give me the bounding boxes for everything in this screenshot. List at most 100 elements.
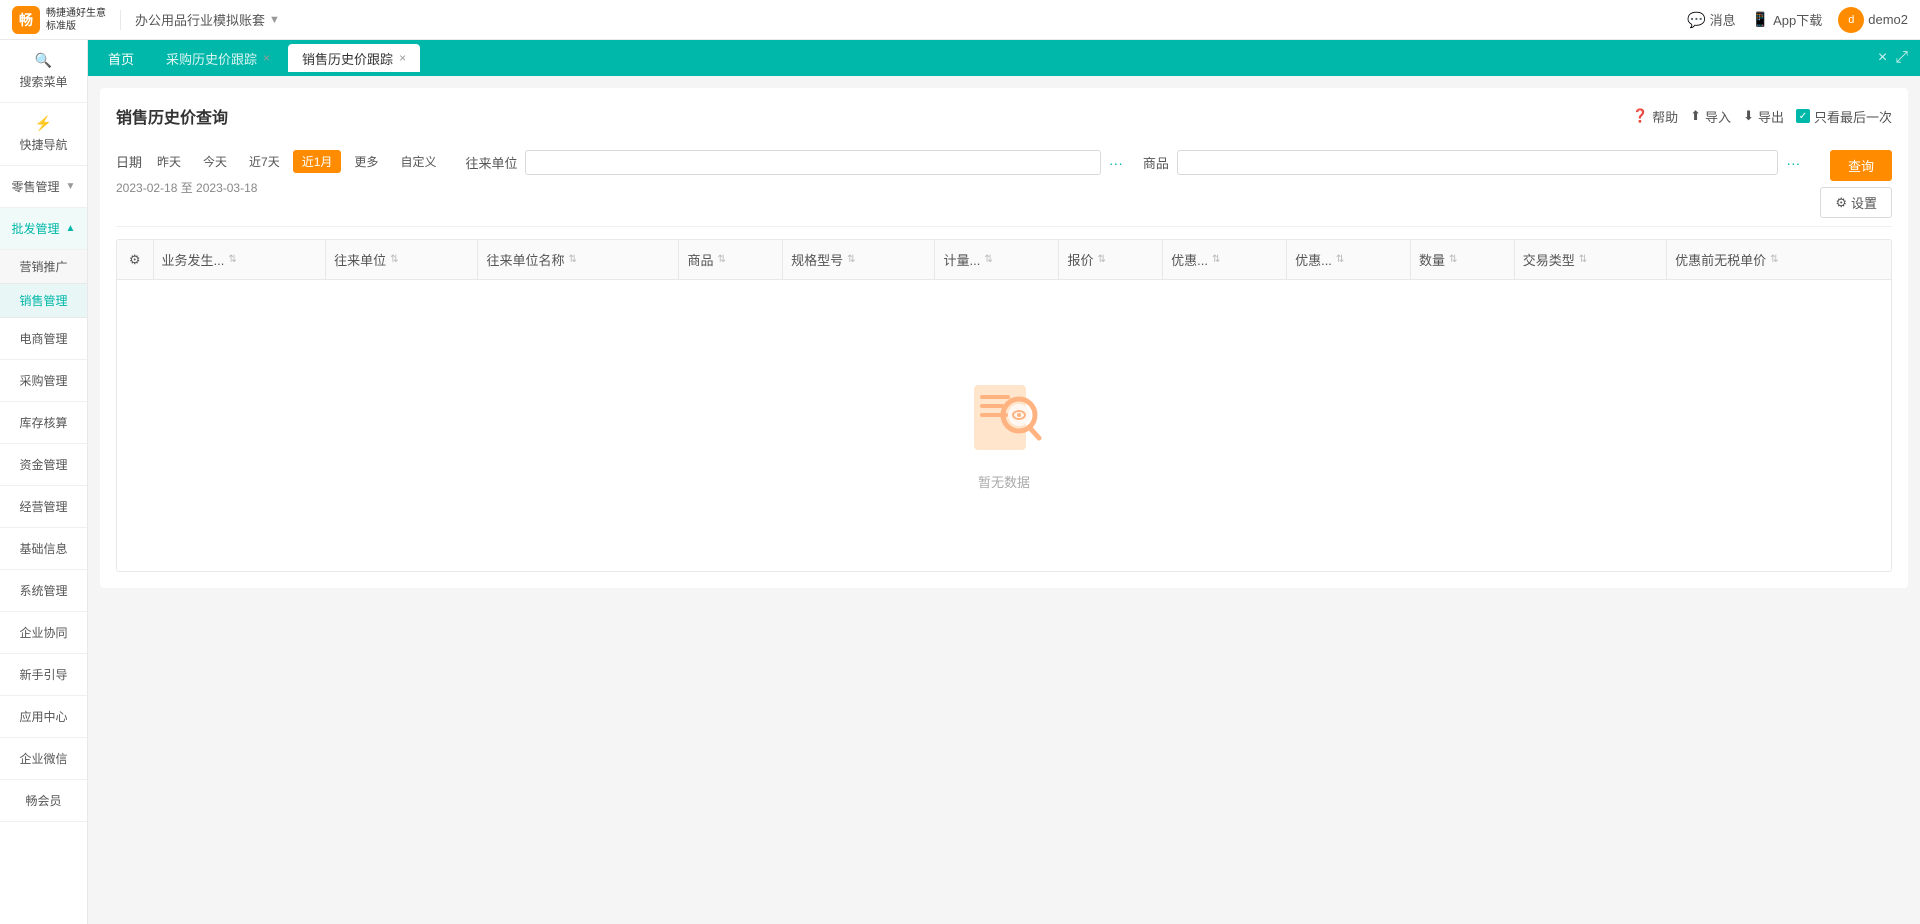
sidebar-item-quick-nav[interactable]: ⚡ 快捷导航 (0, 103, 87, 166)
sidebar-item-inventory[interactable]: 库存核算 (0, 402, 87, 444)
tab-close-all-icon[interactable]: × (1878, 49, 1887, 67)
counterpart-input[interactable] (525, 150, 1100, 175)
message-nav-item[interactable]: 💬 消息 (1687, 10, 1736, 29)
sidebar-label-guide: 新手引导 (19, 666, 67, 683)
sidebar-item-marketing[interactable]: 营销推广 (0, 250, 87, 284)
sidebar-label-system: 系统管理 (19, 582, 67, 599)
sidebar-item-capital[interactable]: 资金管理 (0, 444, 87, 486)
sidebar-item-ecommerce[interactable]: 电商管理 (0, 318, 87, 360)
app-download-nav-item[interactable]: 📱 App下载 (1752, 10, 1823, 29)
counterpart-col-label: 往来单位 (334, 250, 386, 269)
logo-area[interactable]: 畅 畅捷通好生意 标准版 (12, 6, 106, 34)
sort-goods-icon[interactable]: ⇅ (717, 254, 725, 265)
tab-purchase-close-icon[interactable]: × (263, 52, 270, 64)
sort-quote-icon[interactable]: ⇅ (1097, 254, 1105, 265)
date-btn-yesterday[interactable]: 昨天 (148, 150, 190, 173)
settings-button[interactable]: ⚙ 设置 (1820, 187, 1892, 218)
sidebar-item-enterprise[interactable]: 企业协同 (0, 612, 87, 654)
sidebar-item-members[interactable]: 畅会员 (0, 780, 87, 822)
counterpart-dots[interactable]: ··· (1109, 155, 1123, 171)
app-selector[interactable]: 办公用品行业模拟账套 ▼ (135, 10, 280, 29)
sort-trade-type-icon[interactable]: ⇅ (1579, 254, 1587, 265)
tab-sales-close-icon[interactable]: × (399, 52, 406, 64)
table-header-unit[interactable]: 计量... ⇅ (935, 240, 1059, 280)
table-header-gear[interactable]: ⚙ (117, 240, 153, 280)
table-header-counterpart[interactable]: 往来单位 ⇅ (326, 240, 478, 280)
table-header-counterpart-name[interactable]: 往来单位名称 ⇅ (478, 240, 679, 280)
import-action[interactable]: ⬆ 导入 (1690, 107, 1731, 126)
table-header-spec[interactable]: 规格型号 ⇅ (783, 240, 935, 280)
sidebar-label-members: 畅会员 (25, 792, 61, 809)
sidebar-item-basic-info[interactable]: 基础信息 (0, 528, 87, 570)
sidebar-item-wechat[interactable]: 企业微信 (0, 738, 87, 780)
sort-unit-icon[interactable]: ⇅ (984, 254, 992, 265)
table-header-discount1[interactable]: 优惠... ⇅ (1163, 240, 1287, 280)
counterpart-name-col-label: 往来单位名称 (486, 250, 564, 269)
sidebar-item-app-center[interactable]: 应用中心 (0, 696, 87, 738)
tab-home-label: 首页 (108, 49, 134, 68)
date-btn-more[interactable]: 更多 (345, 150, 387, 173)
empty-state-cell: 暂无数据 (117, 280, 1891, 572)
spec-col-label: 规格型号 (791, 250, 843, 269)
sort-discount1-icon[interactable]: ⇅ (1212, 254, 1220, 265)
table-body: 暂无数据 (117, 280, 1891, 572)
sort-pre-discount-price-icon[interactable]: ⇅ (1770, 254, 1778, 265)
sidebar-item-sales-mgmt[interactable]: 销售管理 (0, 284, 87, 318)
date-btn-today[interactable]: 今天 (194, 150, 236, 173)
data-table: ⚙ 业务发生... ⇅ 往来单 (117, 240, 1891, 571)
table-header-trade-type[interactable]: 交易类型 ⇅ (1514, 240, 1666, 280)
table-header-goods[interactable]: 商品 ⇅ (679, 240, 783, 280)
tab-sales[interactable]: 销售历史价跟踪 × (288, 44, 420, 72)
sidebar-item-guide[interactable]: 新手引导 (0, 654, 87, 696)
sidebar-item-wholesale[interactable]: 批发管理 ▲ (0, 208, 87, 250)
date-filter-row: 日期 昨天 今天 近7天 近1月 更多 自定义 (116, 150, 445, 173)
table-header-quantity[interactable]: 数量 ⇅ (1411, 240, 1515, 280)
date-btn-7days[interactable]: 近7天 (240, 150, 289, 173)
tab-home[interactable]: 首页 (94, 44, 148, 72)
date-range-text: 2023-02-18 至 2023-03-18 (116, 179, 445, 196)
sort-discount2-icon[interactable]: ⇅ (1336, 254, 1344, 265)
sidebar-item-system[interactable]: 系统管理 (0, 570, 87, 612)
help-action[interactable]: ❓ 帮助 (1632, 107, 1678, 126)
sort-counterpart-icon[interactable]: ⇅ (390, 254, 398, 265)
top-bar: 畅 畅捷通好生意 标准版 办公用品行业模拟账套 ▼ 💬 消息 📱 App下载 d… (0, 0, 1920, 40)
export-action[interactable]: ⬇ 导出 (1743, 107, 1784, 126)
sidebar-item-operations[interactable]: 经营管理 (0, 486, 87, 528)
tab-purchase[interactable]: 采购历史价跟踪 × (152, 44, 284, 72)
page-header-actions: ❓ 帮助 ⬆ 导入 ⬇ 导出 ✓ 只看最后一次 (1632, 107, 1892, 126)
sort-spec-icon[interactable]: ⇅ (847, 254, 855, 265)
query-button[interactable]: 查询 (1830, 150, 1892, 181)
sort-biz-date-icon[interactable]: ⇅ (228, 254, 236, 265)
date-btn-1month[interactable]: 近1月 (293, 150, 342, 173)
filter-area: 日期 昨天 今天 近7天 近1月 更多 自定义 2023-02-18 至 202… (116, 142, 1892, 227)
sidebar-item-purchase-mgmt[interactable]: 采购管理 (0, 360, 87, 402)
user-nav-item[interactable]: d demo2 (1838, 7, 1908, 33)
goods-dots[interactable]: ··· (1786, 155, 1800, 171)
logo-icon: 畅 (12, 6, 40, 34)
quick-nav-icon: ⚡ (35, 115, 52, 132)
table-header-biz-date[interactable]: 业务发生... ⇅ (153, 240, 326, 280)
only-last-label: 只看最后一次 (1814, 107, 1892, 126)
table-container: ⚙ 业务发生... ⇅ 往来单 (116, 239, 1892, 572)
table-header-quote[interactable]: 报价 ⇅ (1059, 240, 1163, 280)
sidebar-item-search[interactable]: 🔍 搜索菜单 (0, 40, 87, 103)
sidebar-label-app-center: 应用中心 (19, 708, 67, 725)
goods-input[interactable] (1177, 150, 1778, 175)
pre-discount-price-col-label: 优惠前无税单价 (1675, 250, 1766, 269)
export-label: 导出 (1758, 107, 1784, 126)
settings-icon: ⚙ (1835, 195, 1847, 211)
avatar: d (1838, 7, 1864, 33)
sort-quantity-icon[interactable]: ⇅ (1449, 254, 1457, 265)
only-last-checkbox-label[interactable]: ✓ 只看最后一次 (1796, 107, 1892, 126)
tab-maximize-icon[interactable]: ⤢ (1895, 49, 1908, 67)
sidebar-label-quick-nav: 快捷导航 (19, 136, 67, 153)
sidebar-item-retail[interactable]: 零售管理 ▼ (0, 166, 87, 208)
table-header-pre-discount-price[interactable]: 优惠前无税单价 ⇅ (1667, 240, 1891, 280)
logo-text: 畅捷通好生意 标准版 (46, 7, 106, 33)
sidebar-label-search: 搜索菜单 (19, 73, 67, 90)
table-header-discount2[interactable]: 优惠... ⇅ (1287, 240, 1411, 280)
sidebar-label-operations: 经营管理 (19, 498, 67, 515)
date-btn-custom[interactable]: 自定义 (391, 150, 445, 173)
sort-counterpart-name-icon[interactable]: ⇅ (568, 254, 576, 265)
date-filter-label: 日期 (116, 152, 142, 171)
